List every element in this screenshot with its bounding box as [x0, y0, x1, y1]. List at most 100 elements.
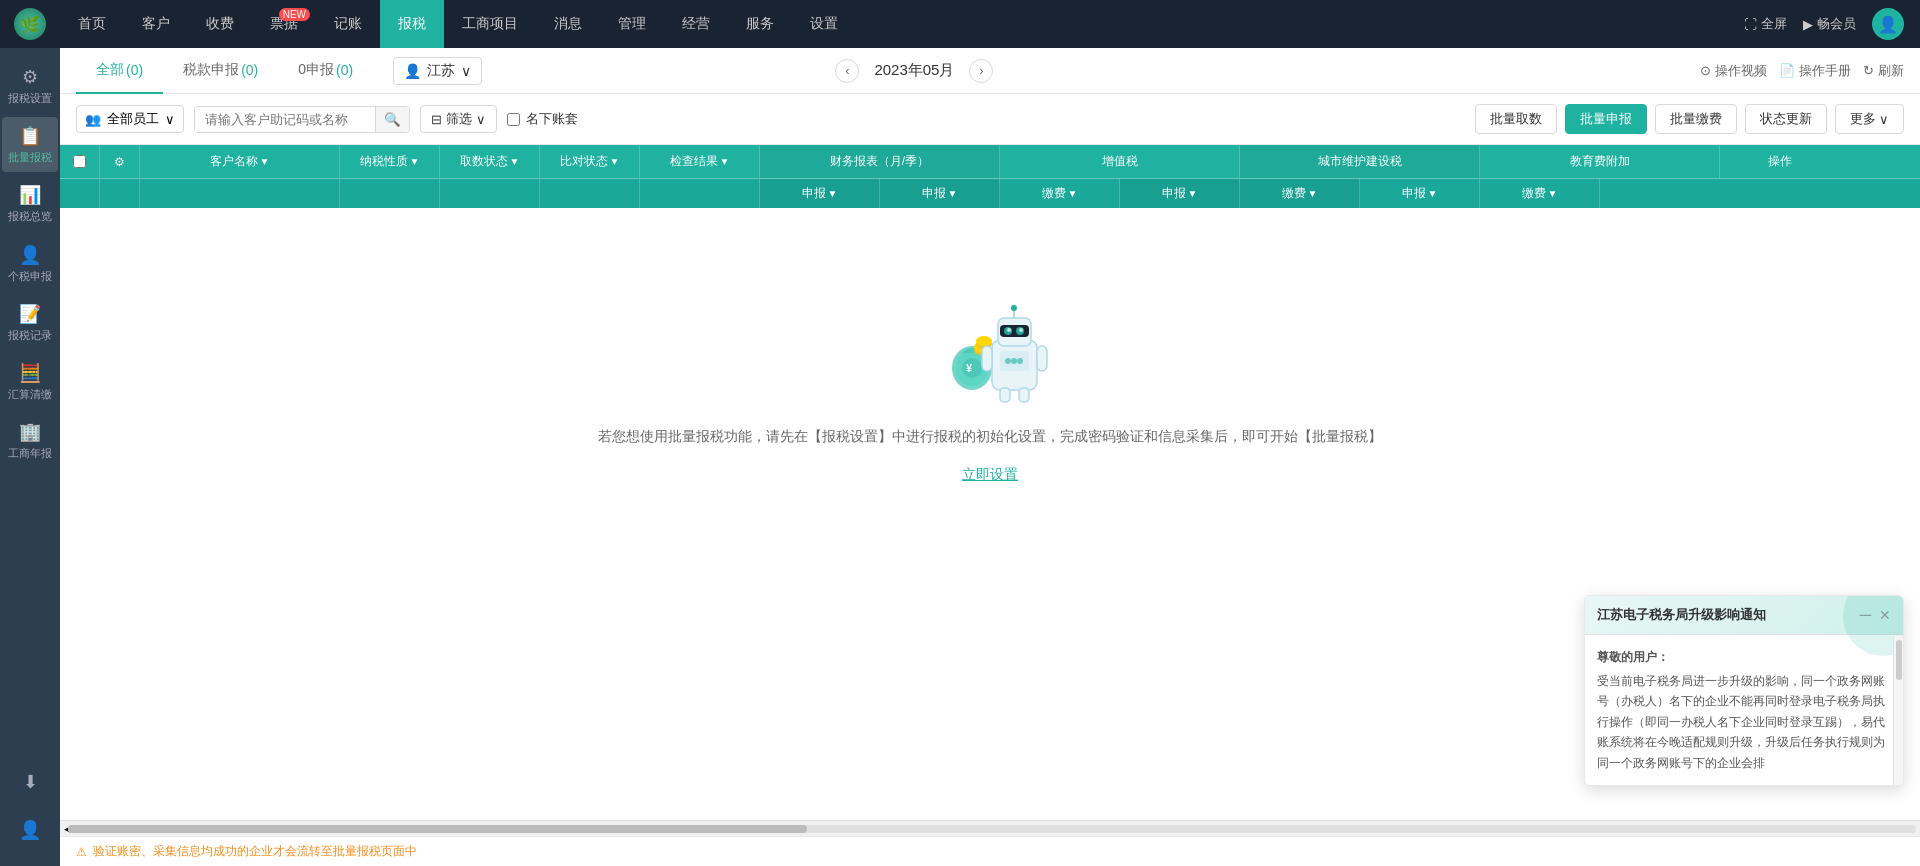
table-header: ⚙ 客户名称▼ 纳税性质▼ 取数状态▼ 比对状态▼	[60, 145, 1920, 208]
notification-header: 江苏电子税务局升级影响通知 ─ ✕	[1585, 596, 1903, 635]
batch-pay-btn[interactable]: 批量缴费	[1655, 104, 1737, 134]
svg-point-16	[1019, 328, 1023, 332]
sidebar-profile-btn[interactable]: 👤	[10, 810, 50, 850]
nav-invoice[interactable]: 票据 NEW	[252, 0, 316, 48]
nav-bookkeeping[interactable]: 记账	[316, 0, 380, 48]
batch-fetch-btn[interactable]: 批量取数	[1475, 104, 1557, 134]
th-tax-nature: 纳税性质▼	[340, 145, 440, 178]
table-sub-header-row: 申报▼ 申报▼ 缴费▼ 申报▼	[60, 179, 1920, 208]
tab-tax-declare[interactable]: 税款申报 (0)	[163, 48, 278, 94]
svg-point-15	[1007, 328, 1011, 332]
th-fetch-status: 取数状态▼	[440, 145, 540, 178]
batch-tax-icon: 📋	[19, 125, 41, 147]
bottom-hint: ⚠ 验证账密、采集信息均成功的企业才会流转至批量报税页面中	[76, 843, 417, 860]
logo-area[interactable]: 🌿	[0, 0, 60, 48]
select-all-checkbox[interactable]	[73, 155, 86, 168]
sidebar-item-batch-tax[interactable]: 📋 批量报税	[2, 117, 58, 172]
member-btn[interactable]: ▶ 畅会员	[1803, 15, 1856, 33]
toolbar-right: 批量取数 批量申报 批量缴费 状态更新 更多 ∨	[1475, 104, 1904, 134]
employee-select[interactable]: 👥 全部员工 ∨	[76, 105, 184, 133]
month-nav: ‹ 2023年05月 ›	[835, 59, 993, 83]
horizontal-scrollbar[interactable]: ◂	[60, 820, 1920, 836]
notification-scrollbar[interactable]	[1893, 636, 1903, 785]
search-button[interactable]: 🔍	[375, 107, 409, 132]
sub-tabs-right: ⊙ 操作视频 📄 操作手册 ↻ 刷新	[1700, 62, 1904, 80]
th-sub-empty-5	[440, 179, 540, 208]
annual-report-icon: 🏢	[19, 421, 41, 443]
nav-management[interactable]: 管理	[600, 0, 664, 48]
top-navigation: 🌿 首页 客户 收费 票据 NEW 记账 报税 工商项目 消息 管理 经营 服务…	[0, 0, 1920, 48]
status-update-btn[interactable]: 状态更新	[1745, 104, 1827, 134]
nav-home[interactable]: 首页	[60, 0, 124, 48]
sidebar-item-tax-records[interactable]: 📝 报税记录	[2, 295, 58, 350]
nav-billing[interactable]: 收费	[188, 0, 252, 48]
svg-point-23	[1011, 358, 1017, 364]
fullscreen-icon: ⛶	[1744, 17, 1757, 32]
svg-text:¥: ¥	[966, 362, 973, 374]
tab-all[interactable]: 全部 (0)	[76, 48, 163, 94]
sidebar-item-tax-settings[interactable]: ⚙ 报税设置	[2, 58, 58, 113]
nav-settings[interactable]: 设置	[792, 0, 856, 48]
avatar[interactable]: 👤	[1872, 8, 1904, 40]
svg-point-22	[1005, 358, 1011, 364]
account-checkbox-label[interactable]: 名下账套	[507, 110, 578, 128]
tax-records-icon: 📝	[19, 303, 41, 325]
new-badge: NEW	[279, 8, 310, 21]
sidebar-item-tax-overview[interactable]: 📊 报税总览	[2, 176, 58, 231]
nav-tax[interactable]: 报税	[380, 0, 444, 48]
notification-greeting: 尊敬的用户：	[1597, 647, 1891, 667]
nav-business[interactable]: 工商项目	[444, 0, 536, 48]
sub-tabs-bar: 全部 (0) 税款申报 (0) 0申报 (0) 👤 江苏 ∨ ‹	[60, 48, 1920, 94]
search-input-wrap: 🔍	[194, 106, 410, 133]
scrollbar-track[interactable]	[68, 825, 1916, 833]
filter-icon-customer: ▼	[260, 156, 270, 167]
sidebar-item-settlement[interactable]: 🧮 汇算清缴	[2, 354, 58, 409]
month-prev-btn[interactable]: ‹	[835, 59, 859, 83]
svg-rect-18	[1037, 346, 1047, 371]
filter-icon-tax-nature: ▼	[410, 156, 420, 167]
nav-operation[interactable]: 经营	[664, 0, 728, 48]
page-wrapper: 全部 (0) 税款申报 (0) 0申报 (0) 👤 江苏 ∨ ‹	[60, 48, 1920, 866]
th-sub-financial-declare2: 申报▼	[880, 179, 1000, 208]
nav-right: ⛶ 全屏 ▶ 畅会员 👤	[1744, 8, 1920, 40]
operation-video-link[interactable]: ⊙ 操作视频	[1700, 62, 1767, 80]
th-sub-empty-1	[60, 179, 100, 208]
sidebar-item-annual-report[interactable]: 🏢 工商年报	[2, 413, 58, 468]
region-selector[interactable]: 👤 江苏 ∨	[393, 57, 482, 85]
search-input[interactable]	[195, 107, 375, 132]
filter-button[interactable]: ⊟ 筛选 ∨	[420, 105, 497, 133]
th-sub-city-pay: 缴费▼	[1240, 179, 1360, 208]
th-financial-report: 财务报表（月/季）	[760, 145, 1000, 178]
operation-manual-link[interactable]: 📄 操作手册	[1779, 62, 1851, 80]
month-next-btn[interactable]: ›	[969, 59, 993, 83]
more-btn[interactable]: 更多 ∨	[1835, 104, 1904, 134]
th-sub-city-declare: 申报▼	[1120, 179, 1240, 208]
setup-link[interactable]: 立即设置	[962, 466, 1018, 484]
nav-service[interactable]: 服务	[728, 0, 792, 48]
nav-message[interactable]: 消息	[536, 0, 600, 48]
warning-icon: ⚠	[76, 845, 87, 859]
scrollbar-thumb[interactable]	[68, 825, 807, 833]
employee-select-icon: 👥	[85, 112, 101, 127]
sidebar-item-personal-tax[interactable]: 👤 个税申报	[2, 236, 58, 291]
svg-point-11	[1011, 305, 1017, 311]
manual-icon: 📄	[1779, 63, 1795, 78]
refresh-btn[interactable]: ↻ 刷新	[1863, 62, 1904, 80]
filter-icon-compare: ▼	[610, 156, 620, 167]
th-customer-name: 客户名称▼	[140, 145, 340, 178]
notification-minimize-btn[interactable]: ─	[1860, 607, 1871, 623]
month-display: 2023年05月	[869, 61, 959, 80]
th-checkbox[interactable]	[60, 145, 100, 178]
svg-rect-20	[1019, 388, 1029, 402]
empty-state: ¥	[60, 208, 1920, 544]
tab-zero-declare[interactable]: 0申报 (0)	[278, 48, 373, 94]
fullscreen-btn[interactable]: ⛶ 全屏	[1744, 15, 1787, 33]
th-sub-empty-2	[100, 179, 140, 208]
account-checkbox[interactable]	[507, 113, 520, 126]
batch-declare-btn[interactable]: 批量申报	[1565, 104, 1647, 134]
sidebar-download-btn[interactable]: ⬇	[10, 762, 50, 802]
nav-customer[interactable]: 客户	[124, 0, 188, 48]
filter-icon-fin-declare: ▼	[828, 188, 838, 199]
empty-message: 若您想使用批量报税功能，请先在【报税设置】中进行报税的初始化设置，完成密码验证和…	[598, 428, 1382, 446]
notification-close-btn[interactable]: ✕	[1879, 607, 1891, 623]
